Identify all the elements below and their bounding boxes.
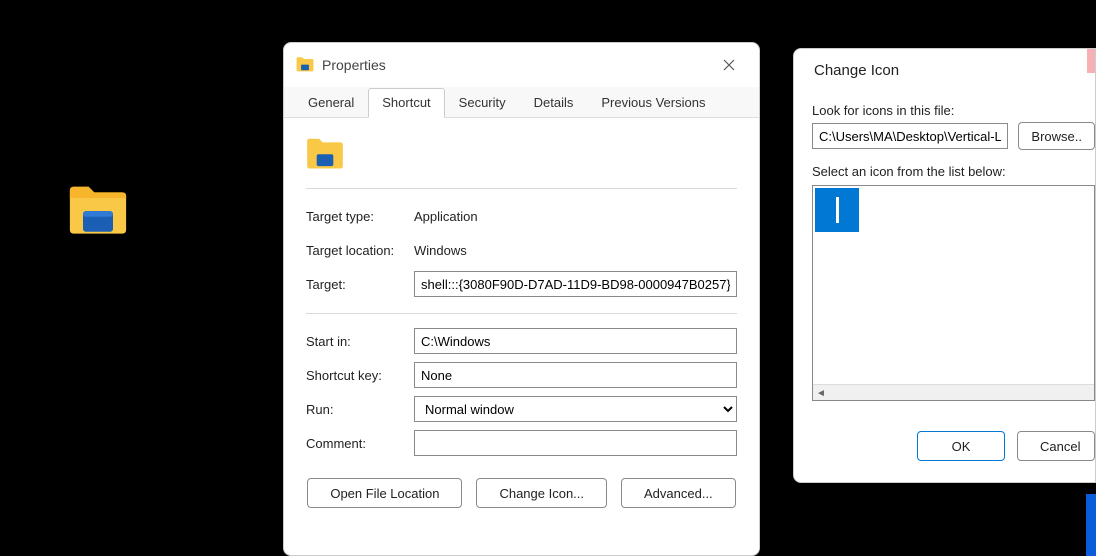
look-for-icons-label: Look for icons in this file: xyxy=(812,103,1095,118)
comment-label: Comment: xyxy=(306,436,406,451)
run-select[interactable]: Normal window xyxy=(414,396,737,422)
change-icon-titlebar: Change Icon xyxy=(794,49,1095,91)
ok-button[interactable]: OK xyxy=(917,431,1005,461)
icon-list[interactable]: ◄ xyxy=(812,185,1095,401)
browse-button[interactable]: Browse.. xyxy=(1018,122,1095,150)
shortcut-icon xyxy=(306,134,344,175)
comment-input[interactable] xyxy=(414,430,737,456)
vertical-line-icon xyxy=(836,197,839,223)
open-file-location-button[interactable]: Open File Location xyxy=(307,478,462,508)
desktop-shortcut-icon[interactable] xyxy=(68,183,128,238)
change-icon-title: Change Icon xyxy=(814,62,899,79)
close-icon[interactable] xyxy=(711,50,747,80)
icon-path-input[interactable] xyxy=(812,123,1008,149)
properties-window: Properties General Shortcut Security Det… xyxy=(283,42,760,556)
select-icon-label: Select an icon from the list below: xyxy=(812,164,1095,179)
run-label: Run: xyxy=(306,402,406,417)
divider xyxy=(306,188,737,189)
target-location-value: Windows xyxy=(414,243,737,258)
target-input[interactable] xyxy=(414,271,737,297)
icon-list-scrollbar[interactable]: ◄ xyxy=(813,384,1094,400)
shortcut-key-label: Shortcut key: xyxy=(306,368,406,383)
close-button-hint[interactable] xyxy=(1087,49,1095,73)
properties-tabs: General Shortcut Security Details Previo… xyxy=(284,87,759,118)
folder-icon xyxy=(296,55,314,76)
tab-details[interactable]: Details xyxy=(520,88,588,118)
tab-general[interactable]: General xyxy=(294,88,368,118)
change-icon-window: Change Icon Look for icons in this file:… xyxy=(793,48,1096,483)
properties-title: Properties xyxy=(322,57,386,73)
target-location-label: Target location: xyxy=(306,243,406,258)
shortcut-key-input[interactable] xyxy=(414,362,737,388)
start-in-label: Start in: xyxy=(306,334,406,349)
target-type-label: Target type: xyxy=(306,209,406,224)
decorative-block xyxy=(1086,494,1096,556)
change-icon-button[interactable]: Change Icon... xyxy=(476,478,607,508)
tab-security[interactable]: Security xyxy=(445,88,520,118)
advanced-button[interactable]: Advanced... xyxy=(621,478,736,508)
cancel-button[interactable]: Cancel xyxy=(1017,431,1095,461)
target-type-value: Application xyxy=(414,209,737,224)
start-in-input[interactable] xyxy=(414,328,737,354)
icon-list-item[interactable] xyxy=(815,188,859,232)
tab-previous-versions[interactable]: Previous Versions xyxy=(587,88,719,118)
scroll-left-icon[interactable]: ◄ xyxy=(813,385,829,401)
divider xyxy=(306,313,737,314)
tab-shortcut[interactable]: Shortcut xyxy=(368,88,444,118)
properties-titlebar: Properties xyxy=(284,43,759,87)
target-label: Target: xyxy=(306,277,406,292)
